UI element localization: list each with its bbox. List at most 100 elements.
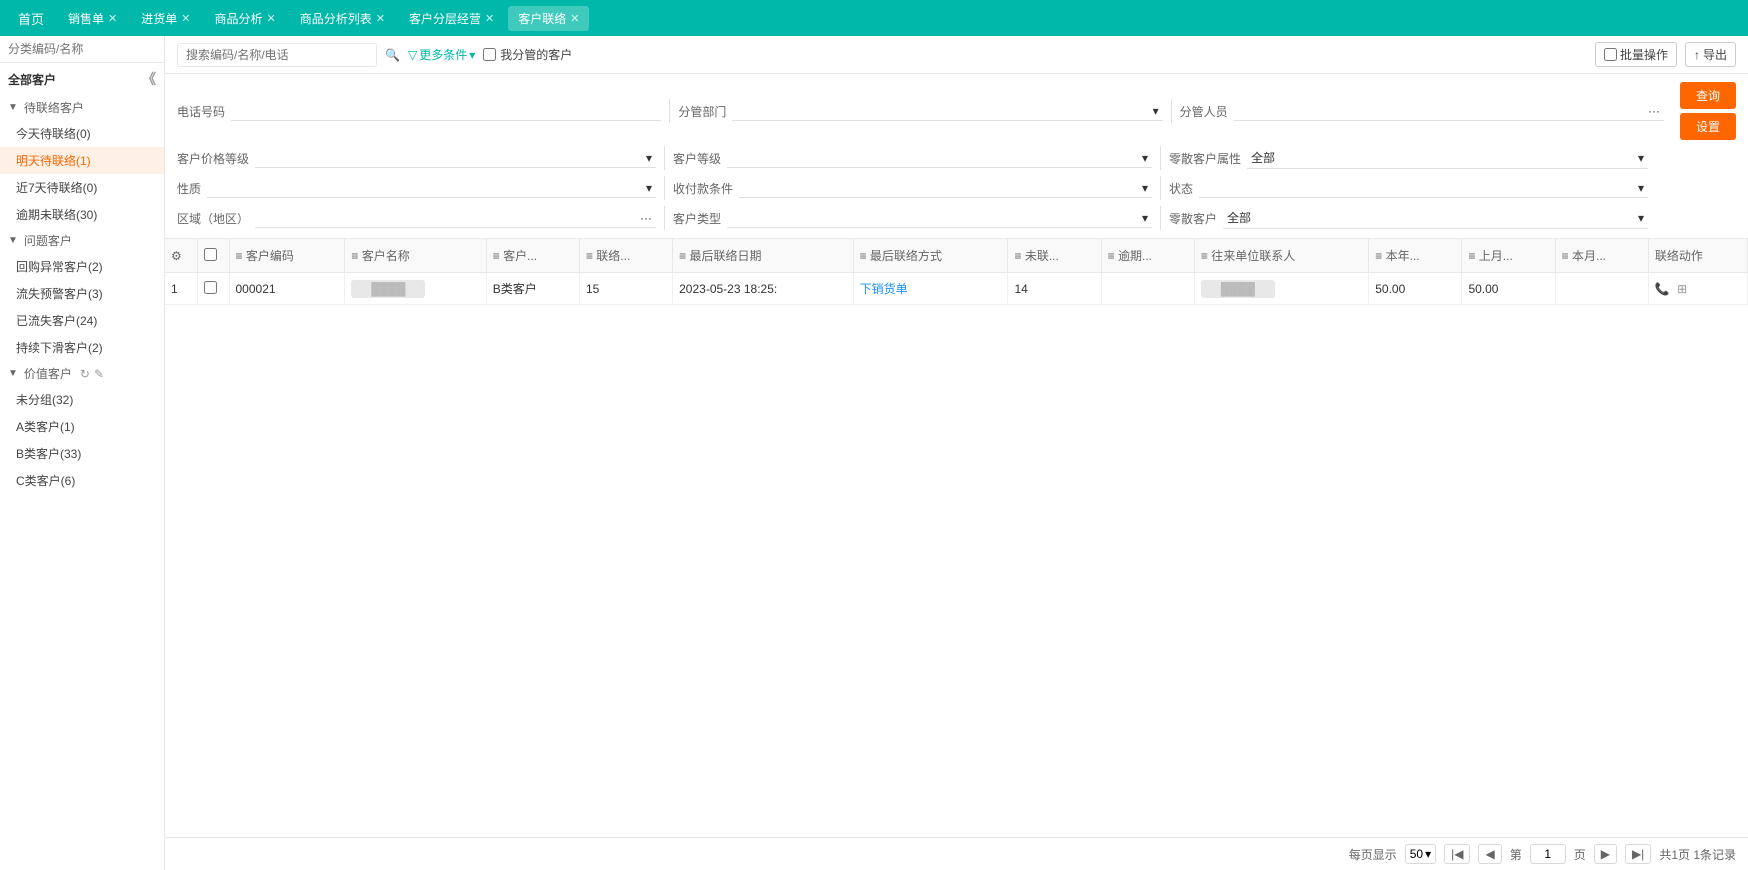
last-page-btn[interactable]: ▶| — [1625, 844, 1651, 864]
sidebar-item-7days[interactable]: 近7天待联络(0) — [0, 174, 164, 201]
edit-icon[interactable]: ✎ — [94, 367, 104, 381]
sidebar-item-repurchase-abnormal[interactable]: 回购异常客户(2) — [0, 253, 164, 280]
sidebar-item-today[interactable]: 今天待联络(0) — [0, 120, 164, 147]
query-btn[interactable]: 查询 — [1680, 82, 1736, 109]
retail-customer-select[interactable]: 全部 ▾ — [1223, 207, 1648, 229]
th-code[interactable]: ≡ 客户编码 — [229, 239, 345, 273]
th-gear[interactable]: ⚙ — [165, 239, 197, 273]
prev-page-btn[interactable]: ◀ — [1478, 844, 1501, 864]
td-overdue — [1101, 273, 1194, 305]
contact-person-blurred: ████ — [1201, 280, 1275, 298]
nav-tab-analysis-list-close[interactable]: ✕ — [376, 12, 385, 25]
batch-checkbox[interactable] — [1604, 48, 1617, 61]
next-page-btn[interactable]: ▶ — [1594, 844, 1617, 864]
row-checkbox[interactable] — [204, 281, 217, 294]
filter-search-icon[interactable]: 🔍 — [385, 48, 400, 62]
action-more-icon[interactable]: ⊞ — [1677, 282, 1687, 296]
td-last-date: 2023-05-23 18:25: — [673, 273, 853, 305]
region-dots: ··· — [640, 211, 652, 225]
export-icon: ↑ — [1694, 48, 1700, 62]
dept-select[interactable]: ▾ — [732, 102, 1162, 121]
filter-icon: ▽ — [408, 48, 417, 62]
th-last-date[interactable]: ≡ 最后联络日期 — [673, 239, 853, 273]
th-this-year[interactable]: ≡ 本年... — [1369, 239, 1462, 273]
customer-value-select[interactable]: ▾ — [255, 149, 656, 168]
sidebar-item-class-a[interactable]: A类客户(1) — [0, 413, 164, 440]
refresh-icon[interactable]: ↻ — [80, 367, 90, 381]
filter-row-4: 区域（地区） ··· 客户类型 ▾ 零散客户 全部 — [177, 206, 1736, 230]
divider-3 — [664, 146, 665, 170]
phone-input[interactable] — [231, 102, 661, 121]
nav-tab-analysis-close[interactable]: ✕ — [267, 12, 276, 25]
gender-select[interactable]: ▾ — [207, 179, 656, 198]
set-btn[interactable]: 设置 — [1680, 113, 1736, 140]
nav-home[interactable]: 首页 — [8, 5, 54, 32]
nav-tab-purchase-close[interactable]: ✕ — [181, 12, 190, 25]
dept-label: 分管部门 — [678, 103, 726, 120]
page-input[interactable] — [1530, 844, 1566, 864]
nav-tab-purchase[interactable]: 进货单 ✕ — [131, 6, 200, 31]
header-checkbox[interactable] — [204, 248, 217, 261]
sidebar-item-overdue[interactable]: 逾期未联络(30) — [0, 201, 164, 228]
action-call-icon[interactable]: 📞 — [1655, 282, 1670, 296]
th-overdue[interactable]: ≡ 逾期... — [1101, 239, 1194, 273]
td-last-method[interactable]: 下销货单 — [853, 273, 1008, 305]
nav-tab-customer-tier-close[interactable]: ✕ — [485, 12, 494, 25]
th-last-month[interactable]: ≡ 上月... — [1462, 239, 1555, 273]
sidebar-item-class-c[interactable]: C类客户(6) — [0, 467, 164, 494]
nav-tab-analysis[interactable]: 商品分析 ✕ — [204, 6, 285, 31]
status-select[interactable]: ▾ — [1199, 179, 1648, 198]
sidebar-item-class-b[interactable]: B类客户(33) — [0, 440, 164, 467]
sidebar-item-tomorrow[interactable]: 明天待联络(1) — [0, 147, 164, 174]
filter-manager: 分管人员 ··· — [1180, 102, 1664, 121]
filter-search-input[interactable] — [177, 43, 377, 67]
group-pending-contact[interactable]: ▼ 待联络客户 — [0, 95, 164, 120]
gear-icon[interactable]: ⚙ — [171, 249, 182, 263]
export-btn[interactable]: ↑ 导出 — [1685, 42, 1736, 67]
sidebar-item-churned[interactable]: 已流失客户(24) — [0, 307, 164, 334]
th-last-method[interactable]: ≡ 最后联络方式 — [853, 239, 1008, 273]
per-page-select[interactable]: 50 ▾ — [1405, 844, 1436, 864]
last-method-link[interactable]: 下销货单 — [860, 282, 908, 296]
nav-tab-customer-contact[interactable]: 客户联络 ✕ — [508, 6, 589, 31]
nav-tab-customer-contact-close[interactable]: ✕ — [570, 12, 579, 25]
nav-tab-analysis-list[interactable]: 商品分析列表 ✕ — [290, 6, 395, 31]
batch-op-btn[interactable]: 批量操作 — [1595, 42, 1677, 67]
group-problem-customers[interactable]: ▼ 问题客户 — [0, 228, 164, 253]
th-contact-person[interactable]: ≡ 往来单位联系人 — [1194, 239, 1368, 273]
td-checkbox[interactable] — [197, 273, 229, 305]
th-name[interactable]: ≡ 客户名称 — [345, 239, 486, 273]
th-checkbox[interactable] — [197, 239, 229, 273]
retail-attr-select[interactable]: 全部 ▾ — [1247, 147, 1648, 169]
top-nav: 首页 销售单 ✕ 进货单 ✕ 商品分析 ✕ 商品分析列表 ✕ 客户分层经营 ✕ … — [0, 0, 1748, 36]
sidebar-item-churn-warning[interactable]: 流失预警客户(3) — [0, 280, 164, 307]
my-customers-checkbox-label[interactable]: 我分管的客户 — [483, 46, 572, 63]
nav-tab-sales-close[interactable]: ✕ — [108, 12, 117, 25]
first-page-btn[interactable]: |◀ — [1444, 844, 1470, 864]
manager-select[interactable]: ··· — [1234, 102, 1664, 121]
th-contact-count[interactable]: ≡ 联络... — [579, 239, 672, 273]
td-contact-person: ████ — [1194, 273, 1368, 305]
page-prefix-label: 第 — [1510, 846, 1522, 863]
sidebar-item-ungroup[interactable]: 未分组(32) — [0, 386, 164, 413]
td-no: 1 — [165, 273, 197, 305]
th-type[interactable]: ≡ 客户... — [486, 239, 579, 273]
group-value-customers[interactable]: ▼ 价值客户 ↻ ✎ — [0, 361, 164, 386]
nav-tab-sales[interactable]: 销售单 ✕ — [58, 6, 127, 31]
sidebar-search-input[interactable] — [8, 42, 163, 56]
nav-tab-customer-tier[interactable]: 客户分层经营 ✕ — [399, 6, 504, 31]
customer-level-select[interactable]: ▾ — [727, 149, 1152, 168]
divider-5 — [664, 176, 665, 200]
customer-type-select[interactable]: ▾ — [727, 209, 1152, 228]
th-unlink-days[interactable]: ≡ 未联... — [1008, 239, 1101, 273]
cl-caret: ▾ — [1142, 151, 1148, 165]
payment-select[interactable]: ▾ — [739, 179, 1152, 198]
more-conditions-btn[interactable]: ▽ 更多条件 ▾ — [408, 46, 475, 63]
sidebar-item-declining[interactable]: 持续下滑客户(2) — [0, 334, 164, 361]
collapse-icon: 《 — [142, 69, 156, 89]
my-customers-checkbox[interactable] — [483, 48, 496, 61]
footer: 每页显示 50 ▾ |◀ ◀ 第 页 ▶ ▶| 共1页 1条记录 — [165, 837, 1748, 870]
th-this-month[interactable]: ≡ 本月... — [1555, 239, 1648, 273]
region-select[interactable]: ··· — [255, 209, 656, 228]
all-customers-header[interactable]: 全部客户 《 — [0, 63, 164, 95]
